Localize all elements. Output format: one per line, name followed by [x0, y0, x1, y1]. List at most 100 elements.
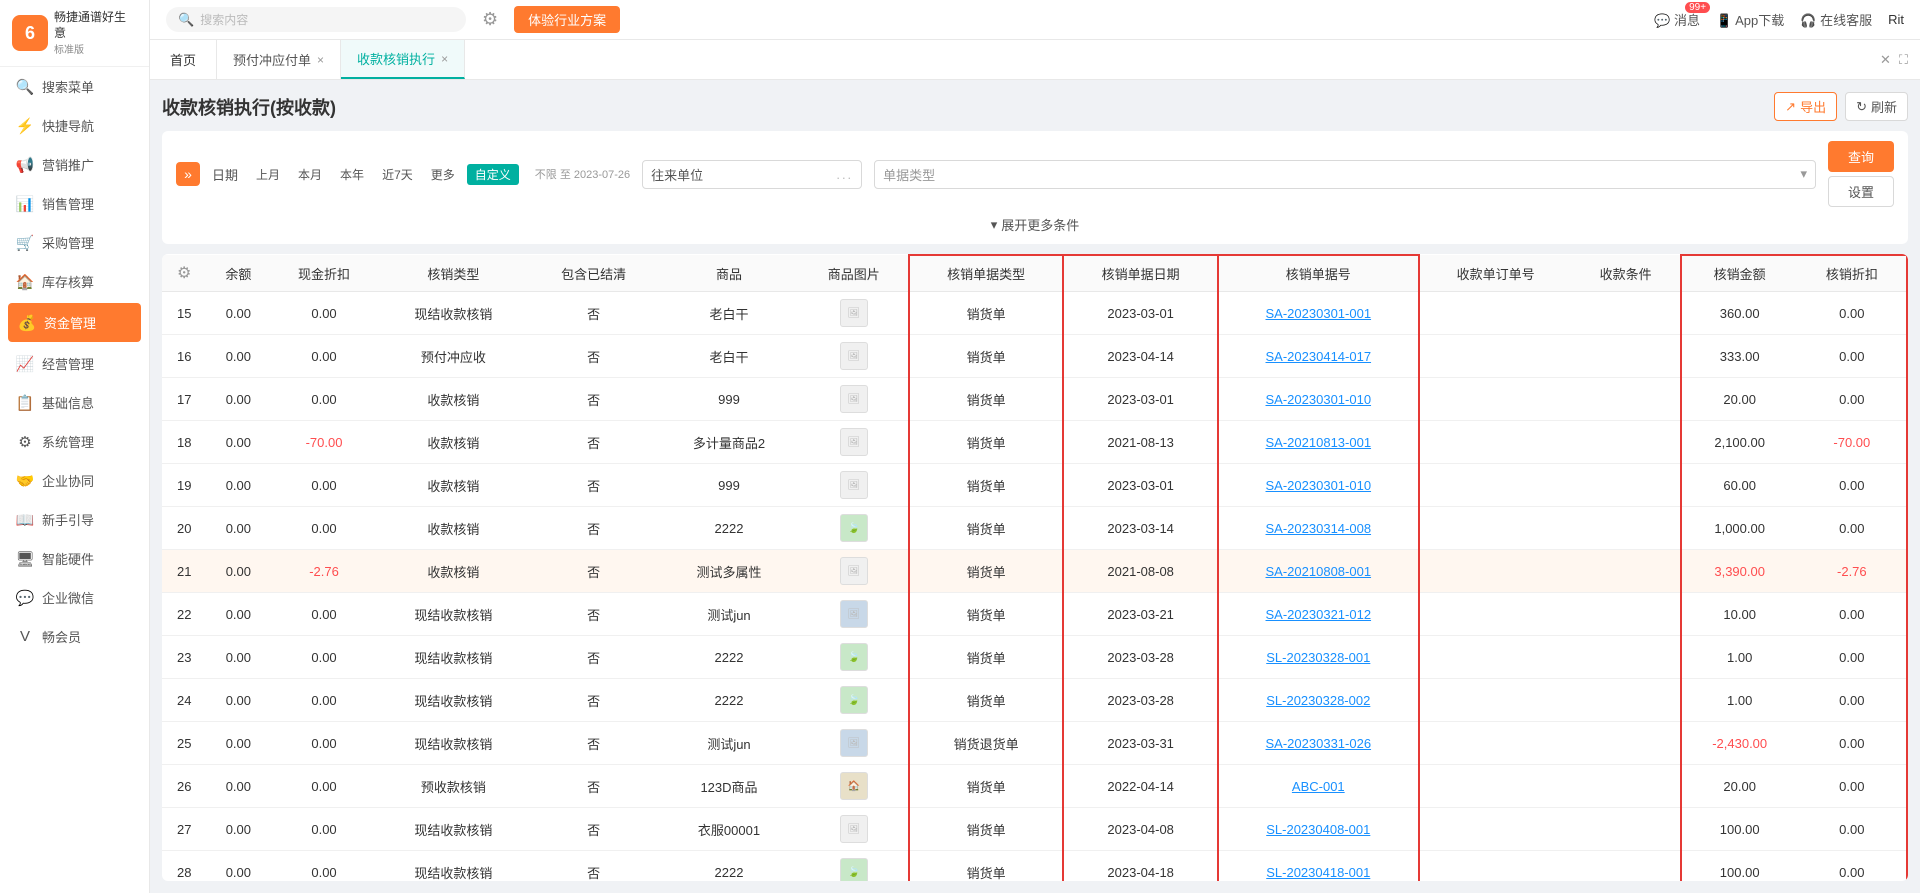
tab-home[interactable]: 首页 [150, 40, 217, 79]
tab-prepay-close[interactable]: × [317, 53, 324, 67]
cell-settled: 否 [529, 765, 658, 808]
cell-amount: 333.00 [1681, 335, 1798, 378]
message-btn[interactable]: 💬 99+ 消息 [1654, 10, 1700, 29]
cell-type: 收款核销 [378, 464, 529, 507]
filter-doctype-select[interactable]: 单据类型 ▾ [874, 160, 1816, 189]
sidebar-item-4[interactable]: 🛒 采购管理 [0, 223, 149, 262]
cell-doc-no[interactable]: SA-20230331-026 [1218, 722, 1419, 765]
cell-order-no [1419, 550, 1572, 593]
filter-this-year[interactable]: 本年 [334, 164, 370, 185]
cell-discount: 0.00 [270, 464, 378, 507]
industry-btn[interactable]: 体验行业方案 [514, 6, 620, 33]
cell-order-no [1419, 808, 1572, 851]
online-service-btn[interactable]: 🎧 在线客服 [1800, 10, 1872, 29]
cell-type: 预收款核销 [378, 765, 529, 808]
refresh-btn[interactable]: ↻ 刷新 [1845, 92, 1908, 121]
filter-7days[interactable]: 近7天 [376, 164, 419, 185]
tab-collection[interactable]: 收款核销执行 × [341, 40, 465, 79]
cell-doc-no[interactable]: SL-20230408-001 [1218, 808, 1419, 851]
col-product: 商品 [658, 255, 799, 292]
filter-custom-date[interactable]: 自定义 [467, 164, 519, 185]
sidebar-label-14: 畅会员 [42, 627, 81, 646]
filter-partner-field[interactable]: 往来单位 ... [642, 160, 862, 189]
cell-doc-no[interactable]: SA-20230301-001 [1218, 292, 1419, 335]
cell-type: 现结收款核销 [378, 722, 529, 765]
sidebar-item-2[interactable]: 📢 营销推广 [0, 145, 149, 184]
cell-condition [1572, 507, 1681, 550]
sidebar-item-8[interactable]: 📋 基础信息 [0, 383, 149, 422]
cell-id: 21 [162, 550, 206, 593]
col-doc-no: 核销单据号 [1218, 255, 1419, 292]
cell-product-img: 🖼 [800, 550, 909, 593]
sidebar-item-6[interactable]: 💰 资金管理 [8, 303, 141, 342]
cell-product-img: 🖼 [800, 808, 909, 851]
cell-settled: 否 [529, 292, 658, 335]
search-placeholder: 搜索内容 [200, 11, 248, 28]
search-bar[interactable]: 🔍 搜索内容 [166, 7, 466, 32]
cell-doc-no[interactable]: SL-20230418-001 [1218, 851, 1419, 882]
cell-doc-no[interactable]: SA-20230301-010 [1218, 378, 1419, 421]
sidebar-item-9[interactable]: ⚙ 系统管理 [0, 422, 149, 461]
table-row: 19 0.00 0.00 收款核销 否 999 🖼 销货单 2023-03-01… [162, 464, 1907, 507]
topbar-settings-icon[interactable]: ⚙ [482, 9, 498, 30]
col-write-off-type: 核销类型 [378, 255, 529, 292]
user-info[interactable]: Rit [1888, 12, 1904, 27]
sidebar-item-11[interactable]: 📖 新手引导 [0, 500, 149, 539]
sidebar-label-9: 系统管理 [42, 432, 94, 451]
sidebar-item-7[interactable]: 📈 经营管理 [0, 344, 149, 383]
cell-id: 26 [162, 765, 206, 808]
cell-id: 24 [162, 679, 206, 722]
logo-text: 畅捷通谱好生意 [54, 10, 137, 41]
sidebar-item-0[interactable]: 🔍 搜索菜单 [0, 67, 149, 106]
cell-discount: 0.00 [270, 679, 378, 722]
cell-doc-date: 2023-04-18 [1063, 851, 1218, 882]
export-btn[interactable]: ↗ 导出 [1774, 92, 1837, 121]
filter-last-month[interactable]: 上月 [250, 164, 286, 185]
cell-settled: 否 [529, 593, 658, 636]
cell-amount: 2,100.00 [1681, 421, 1798, 464]
expand-conditions-btn[interactable]: ▾ 展开更多条件 [991, 215, 1080, 234]
sidebar-item-14[interactable]: V 畅会员 [0, 617, 149, 656]
cell-doc-no[interactable]: SA-20230321-012 [1218, 593, 1419, 636]
filter-this-month[interactable]: 本月 [292, 164, 328, 185]
app-download-btn[interactable]: 📱 App下载 [1716, 10, 1784, 29]
cell-doc-no[interactable]: SA-20210813-001 [1218, 421, 1419, 464]
cell-type: 现结收款核销 [378, 679, 529, 722]
filter-settings-btn[interactable]: 设置 [1828, 176, 1894, 207]
filter-toggle-btn[interactable]: » [176, 162, 200, 186]
tab-close-all-icon[interactable]: ✕ [1880, 52, 1891, 68]
sidebar-item-10[interactable]: 🤝 企业协同 [0, 461, 149, 500]
cell-doc-no[interactable]: SA-20230414-017 [1218, 335, 1419, 378]
cell-doc-no[interactable]: SA-20230314-008 [1218, 507, 1419, 550]
filter-more-date[interactable]: 更多 [425, 164, 461, 185]
col-balance: 余额 [206, 255, 270, 292]
tab-prepay[interactable]: 预付冲应付单 × [217, 40, 341, 79]
query-btn[interactable]: 查询 [1828, 141, 1894, 172]
sidebar-item-5[interactable]: 🏠 库存核算 [0, 262, 149, 301]
cell-discount: 0.00 [270, 808, 378, 851]
sidebar-item-13[interactable]: 💬 企业微信 [0, 578, 149, 617]
cell-doc-type: 销货单 [909, 851, 1064, 882]
table-scroll-area[interactable]: ⚙ 余额 现金折扣 核销类型 包含已结清 商品 商品图片 核销单据类型 核销单据… [162, 254, 1908, 881]
cell-doc-no[interactable]: ABC-001 [1218, 765, 1419, 808]
filter-doctype-chevron: ▾ [1800, 166, 1807, 182]
cell-product: 多计量商品2 [658, 421, 799, 464]
tab-expand-icon[interactable]: ⛶ [1899, 52, 1908, 68]
cell-doc-no[interactable]: SA-20210808-001 [1218, 550, 1419, 593]
cell-condition [1572, 808, 1681, 851]
cell-product: 999 [658, 464, 799, 507]
cell-doc-no[interactable]: SA-20230301-010 [1218, 464, 1419, 507]
sidebar-icon-11: 📖 [16, 511, 34, 529]
tab-collection-close[interactable]: × [441, 52, 448, 66]
filter-partner-dots: ... [836, 167, 853, 182]
sidebar: 6 畅捷通谱好生意 标准版 🔍 搜索菜单 ⚡ 快捷导航 📢 营销推广 📊 销售管… [0, 0, 150, 893]
cell-doc-no[interactable]: SL-20230328-002 [1218, 679, 1419, 722]
sidebar-item-1[interactable]: ⚡ 快捷导航 [0, 106, 149, 145]
sidebar-item-12[interactable]: 🖥 智能硬件 [0, 539, 149, 578]
cell-condition [1572, 636, 1681, 679]
col-settings[interactable]: ⚙ [162, 255, 206, 292]
cell-discount: -2.76 [270, 550, 378, 593]
sidebar-item-3[interactable]: 📊 销售管理 [0, 184, 149, 223]
cell-doc-no[interactable]: SL-20230328-001 [1218, 636, 1419, 679]
cell-product-img: 🖼 [800, 722, 909, 765]
